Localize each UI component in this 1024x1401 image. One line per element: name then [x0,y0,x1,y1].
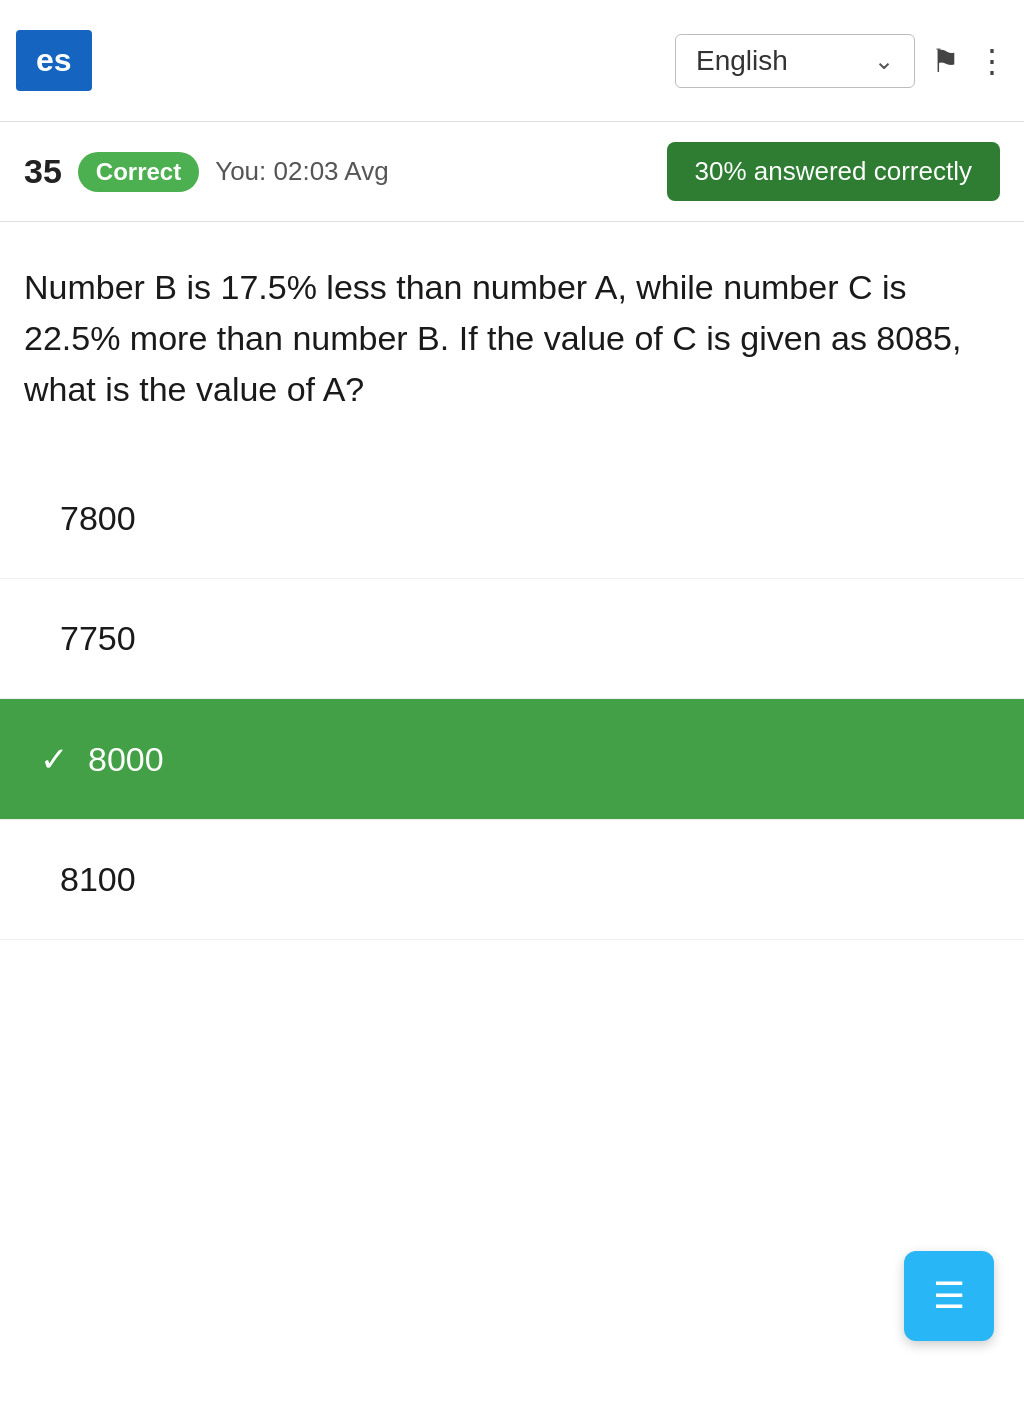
menu-icon: ☰ [933,1278,965,1314]
header-icons: ⚑ ⋮ [931,42,1008,80]
checkmark-icon: ✓ [40,739,68,779]
stats-bar: 35 Correct You: 02:03 Avg 30% answered c… [0,122,1024,222]
option-8000-text: 8000 [88,740,164,779]
option-8000[interactable]: ✓ 8000 [0,699,1024,820]
header-center: English ⌄ ⚑ ⋮ [675,34,1008,88]
question-number: 35 [24,152,62,191]
header: es English ⌄ ⚑ ⋮ [0,0,1024,122]
more-vertical-icon[interactable]: ⋮ [976,42,1008,80]
language-label: English [696,45,788,77]
question-area: Number B is 17.5% less than number A, wh… [0,222,1024,439]
chevron-down-icon: ⌄ [874,47,894,75]
you-avg-label: You: 02:03 Avg [215,156,389,187]
correct-badge: Correct [78,152,199,192]
option-8100-text: 8100 [60,860,136,899]
options-area: 7800 7750 ✓ 8000 8100 [0,439,1024,960]
answered-correctly-badge: 30% answered correctly [667,142,1000,201]
stats-left: 35 Correct You: 02:03 Avg [24,152,389,192]
bookmark-icon[interactable]: ⚑ [931,42,960,80]
option-8100[interactable]: 8100 [0,820,1024,940]
option-7750[interactable]: 7750 [0,579,1024,699]
language-select[interactable]: English ⌄ [675,34,915,88]
option-7800-text: 7800 [60,499,136,538]
question-text: Number B is 17.5% less than number A, wh… [24,262,1000,415]
header-tab: es [16,30,92,91]
option-7750-text: 7750 [60,619,136,658]
fab-menu-button[interactable]: ☰ [904,1251,994,1341]
header-left: es [16,30,92,91]
option-7800[interactable]: 7800 [0,459,1024,579]
